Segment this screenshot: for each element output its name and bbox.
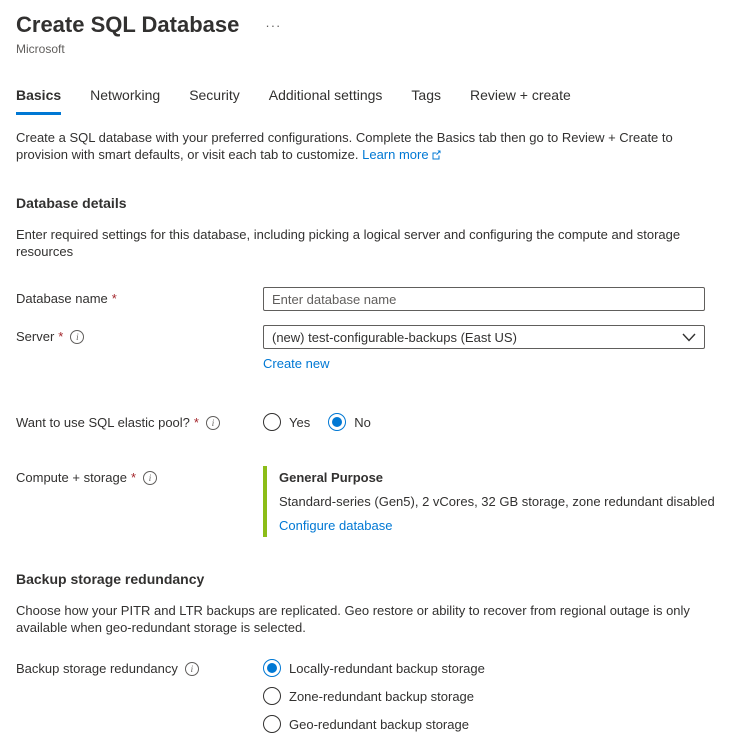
tab-review-create[interactable]: Review + create [470, 83, 571, 115]
backup-redundancy-row: Backup storage redundancy i Locally-redu… [16, 657, 732, 733]
required-asterisk: * [111, 291, 117, 306]
database-details-heading: Database details [16, 195, 127, 211]
configure-database-link[interactable]: Configure database [279, 518, 392, 533]
server-dropdown-value: (new) test-configurable-backups (East US… [272, 329, 517, 345]
radio-selected-icon [328, 413, 347, 431]
tab-additional-settings[interactable]: Additional settings [269, 83, 383, 115]
header: Create SQL Database ··· [16, 12, 732, 38]
create-sql-database-pane: Create SQL Database ··· Microsoft Basics… [0, 0, 748, 733]
elastic-pool-label: Want to use SQL elastic pool? * i [16, 411, 263, 430]
backup-option-locally-redundant[interactable]: Locally-redundant backup storage [263, 659, 732, 677]
backup-redundancy-description: Choose how your PITR and LTR backups are… [16, 603, 690, 635]
compute-storage-label: Compute + storage * i [16, 466, 263, 485]
tab-networking[interactable]: Networking [90, 83, 160, 115]
info-icon[interactable]: i [184, 661, 199, 676]
radio-selected-icon [263, 659, 281, 677]
selected-tier-box: General Purpose Standard-series (Gen5), … [263, 466, 732, 537]
server-row: Server * i (new) test-configurable-backup… [16, 325, 732, 373]
database-name-label: Database name * [16, 291, 117, 306]
database-name-input[interactable] [263, 287, 705, 311]
backup-option-geo-redundant[interactable]: Geo-redundant backup storage [263, 715, 732, 733]
learn-more-link[interactable]: Learn more [362, 147, 441, 162]
backup-option-zone-redundant[interactable]: Zone-redundant backup storage [263, 687, 732, 705]
create-new-link[interactable]: Create new [263, 356, 329, 371]
database-name-row: Database name * [16, 287, 732, 311]
tier-description: Standard-series (Gen5), 2 vCores, 32 GB … [279, 494, 715, 509]
backup-redundancy-label: Backup storage redundancy i [16, 657, 263, 676]
elastic-pool-row: Want to use SQL elastic pool? * i Yes No [16, 411, 732, 431]
radio-unselected-icon [263, 715, 281, 733]
compute-storage-row: Compute + storage * i General Purpose Sta… [16, 466, 732, 537]
required-asterisk: * [130, 470, 136, 485]
intro-paragraph: Create a SQL database with your preferre… [16, 129, 722, 164]
tab-tags[interactable]: Tags [411, 83, 441, 115]
more-options-icon[interactable]: ··· [265, 18, 281, 33]
info-icon[interactable]: i [70, 329, 85, 344]
info-icon[interactable]: i [205, 415, 220, 430]
tab-security[interactable]: Security [189, 83, 240, 115]
backup-redundancy-heading: Backup storage redundancy [16, 571, 205, 587]
chevron-down-icon [682, 330, 696, 345]
radio-unselected-icon [263, 413, 281, 431]
external-link-icon [431, 147, 442, 164]
tab-basics[interactable]: Basics [16, 83, 62, 115]
radio-unselected-icon [263, 687, 281, 705]
page-title: Create SQL Database [16, 12, 240, 37]
publisher-label: Microsoft [16, 42, 65, 56]
server-label: Server * i [16, 325, 263, 344]
tab-bar: Basics Networking Security Additional se… [16, 83, 732, 115]
intro-text: Create a SQL database with your preferre… [16, 130, 673, 162]
server-dropdown[interactable]: (new) test-configurable-backups (East US… [263, 325, 705, 349]
tier-name: General Purpose [279, 470, 384, 485]
required-asterisk: * [193, 415, 199, 430]
database-details-description: Enter required settings for this databas… [16, 227, 681, 259]
required-asterisk: * [58, 329, 64, 344]
elastic-pool-option-no[interactable]: No [328, 413, 371, 431]
elastic-pool-option-yes[interactable]: Yes [263, 413, 310, 431]
info-icon[interactable]: i [143, 470, 157, 485]
